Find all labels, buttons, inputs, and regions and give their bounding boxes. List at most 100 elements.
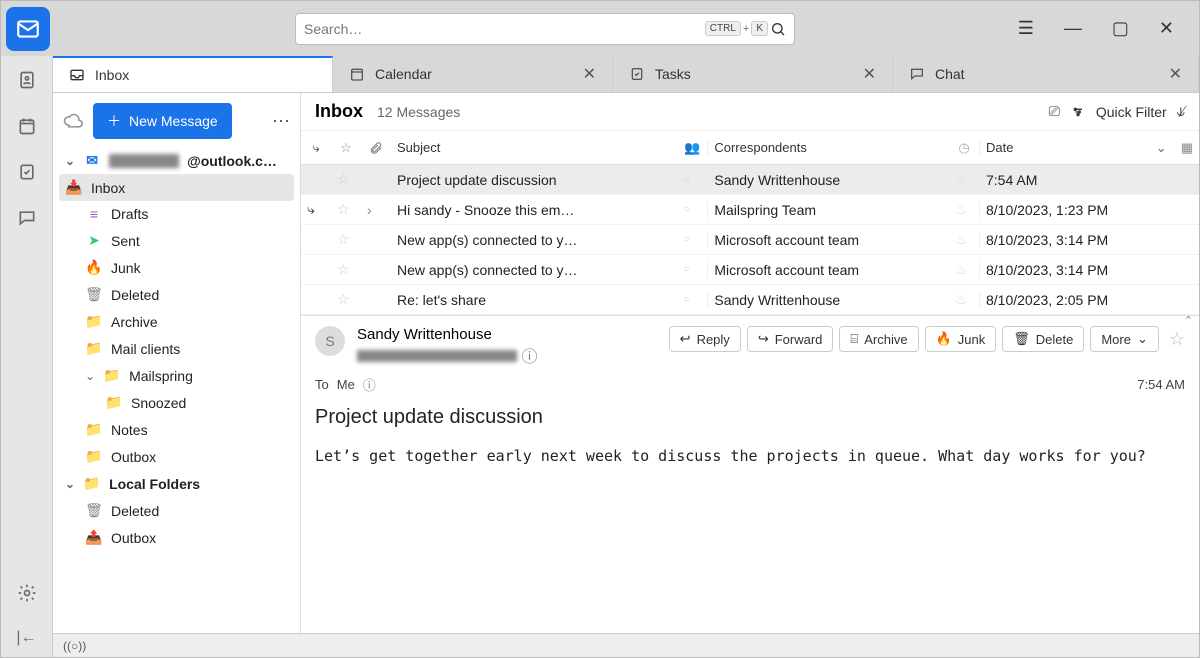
star-icon[interactable]: ☆	[331, 231, 361, 248]
close-icon[interactable]: ✕	[583, 64, 596, 84]
col-thread[interactable]: ⤷	[301, 140, 331, 156]
contact-icon[interactable]: ⓘ	[521, 349, 537, 366]
col-star[interactable]: ☆	[331, 140, 361, 156]
inbox-icon	[69, 67, 85, 83]
star-icon[interactable]: ☆	[331, 291, 361, 308]
local-outbox[interactable]: 📤Outbox	[53, 524, 300, 551]
drafts-icon: ≡	[85, 206, 103, 222]
tab-tasks[interactable]: Tasks ✕	[613, 56, 893, 92]
minimize-button[interactable]: —	[1064, 18, 1082, 39]
folder-label: Mailspring	[129, 368, 193, 384]
folder-outbox[interactable]: 📁Outbox	[53, 443, 300, 470]
local-deleted[interactable]: 🗑Deleted	[53, 497, 300, 524]
global-search[interactable]: CTRL + K	[295, 13, 795, 45]
star-icon[interactable]: ☆	[331, 171, 361, 188]
forward-icon: ↪	[758, 331, 769, 347]
local-folders-row[interactable]: ⌄ 📁 Local Folders	[53, 470, 300, 497]
activity-icon[interactable]: ((○))	[63, 639, 86, 653]
col-date[interactable]: Date⌄▦	[979, 140, 1199, 156]
folder-label: Sent	[111, 233, 140, 249]
reading-pane: ⌃ S Sandy Writtenhouse ⓘ ↩Reply ↪Forward…	[301, 315, 1199, 633]
col-attachment[interactable]	[361, 141, 391, 155]
folder-notes[interactable]: 📁Notes	[53, 416, 300, 443]
settings-icon[interactable]	[17, 583, 37, 603]
close-icon[interactable]: ✕	[863, 64, 876, 84]
quick-filter-label[interactable]: Quick Filter	[1096, 104, 1167, 120]
column-picker-icon[interactable]: ▦	[1181, 140, 1193, 156]
message-row[interactable]: ⤷☆›Hi sandy - Snooze this em…○Mailspring…	[301, 195, 1199, 225]
hamburger-icon[interactable]: ☰	[1018, 18, 1034, 39]
more-button[interactable]: More⌄	[1090, 326, 1159, 352]
reply-button[interactable]: ↩Reply	[669, 326, 741, 352]
archive-button[interactable]: ⌸Archive	[839, 326, 918, 352]
window-controls: ☰ — ▢ ✕	[1018, 18, 1199, 39]
junk-button[interactable]: 🔥Junk	[925, 326, 997, 352]
folder-drafts[interactable]: ≡Drafts	[53, 201, 300, 227]
star-icon[interactable]: ☆	[331, 261, 361, 278]
expand-icon[interactable]: ›	[361, 202, 391, 218]
forward-button[interactable]: ↪Forward	[747, 326, 834, 352]
more-label: More	[1101, 332, 1131, 347]
calendar-icon	[349, 66, 365, 82]
collapse-icon[interactable]: |←	[16, 629, 36, 647]
new-message-button[interactable]: ＋ New Message	[93, 103, 232, 139]
star-icon[interactable]: ☆	[331, 201, 361, 218]
quick-filter-icon[interactable]	[1070, 104, 1086, 120]
account-row[interactable]: ⌄ ✉ @outlook.c…	[53, 147, 300, 174]
row-date: 8/10/2023, 2:05 PM	[979, 292, 1199, 308]
col-correspondents[interactable]: Correspondents	[707, 140, 949, 155]
flame-icon: ♨	[949, 201, 979, 218]
folder-archive[interactable]: 📁Archive	[53, 308, 300, 335]
message-row[interactable]: ☆Project update discussion○Sandy Written…	[301, 165, 1199, 195]
row-from: Microsoft account team	[707, 232, 949, 248]
folder-sent[interactable]: ➤Sent	[53, 227, 300, 254]
layout-icon[interactable]: ⫝̸	[1177, 103, 1185, 120]
folder-snoozed[interactable]: 📁Snoozed	[53, 389, 300, 416]
col-date-icon[interactable]: ◷	[949, 140, 979, 156]
col-correspondents-icon[interactable]: 👥	[677, 140, 707, 156]
get-messages-icon[interactable]	[63, 111, 83, 131]
chat-icon[interactable]	[17, 208, 37, 228]
filter-toggle-icon[interactable]: ⎚	[1049, 103, 1060, 120]
folder-inbox[interactable]: 📥Inbox	[59, 174, 294, 201]
folder-mailclients[interactable]: 📁Mail clients	[53, 335, 300, 362]
thread-toggle[interactable]: ⤷	[301, 201, 331, 218]
more-icon[interactable]: ⋯	[272, 111, 290, 132]
message-row[interactable]: ☆New app(s) connected to y…○Microsoft ac…	[301, 255, 1199, 285]
tab-inbox[interactable]: Inbox	[53, 56, 333, 92]
mail-icon: ✉	[83, 152, 101, 169]
kbd-ctrl: CTRL	[705, 21, 741, 36]
star-icon[interactable]: ☆	[1169, 329, 1185, 350]
tab-chat[interactable]: Chat ✕	[893, 56, 1199, 92]
kbd-k: K	[751, 21, 768, 36]
maximize-button[interactable]: ▢	[1112, 18, 1129, 39]
folder-label: Junk	[111, 260, 141, 276]
folder-mailspring[interactable]: ⌄📁Mailspring	[53, 362, 300, 389]
tab-calendar-label: Calendar	[375, 66, 432, 82]
row-subject: Hi sandy - Snooze this em…	[391, 202, 677, 218]
folder-junk[interactable]: 🔥Junk	[53, 254, 300, 281]
contact-icon[interactable]: ⓘ	[363, 375, 376, 394]
search-input[interactable]	[304, 21, 703, 37]
message-row[interactable]: ☆Re: let's share○Sandy Writtenhouse♨8/10…	[301, 285, 1199, 315]
delete-button[interactable]: 🗑Delete	[1002, 326, 1084, 352]
addressbook-icon[interactable]	[17, 70, 37, 90]
archive-label: Archive	[864, 332, 907, 347]
spaces-toolbar: |←	[1, 56, 53, 657]
folder-deleted[interactable]: 🗑Deleted	[53, 281, 300, 308]
search-icon[interactable]	[770, 21, 786, 37]
col-subject[interactable]: Subject	[391, 140, 677, 155]
tab-calendar[interactable]: Calendar ✕	[333, 56, 613, 92]
chevron-down-icon: ⌄	[65, 477, 75, 491]
message-row[interactable]: ☆New app(s) connected to y…○Microsoft ac…	[301, 225, 1199, 255]
new-message-label: New Message	[129, 113, 218, 129]
outbox-icon: 📤	[85, 529, 103, 546]
tasks-icon[interactable]	[17, 162, 37, 182]
redacted-email	[357, 350, 517, 362]
folder-icon: 📁	[85, 448, 103, 465]
calendar-icon[interactable]	[17, 116, 37, 136]
close-icon[interactable]: ✕	[1169, 64, 1182, 84]
collapse-header-icon[interactable]: ⌃	[1184, 314, 1193, 327]
message-subject: Project update discussion	[315, 406, 1185, 429]
close-button[interactable]: ✕	[1159, 18, 1174, 39]
